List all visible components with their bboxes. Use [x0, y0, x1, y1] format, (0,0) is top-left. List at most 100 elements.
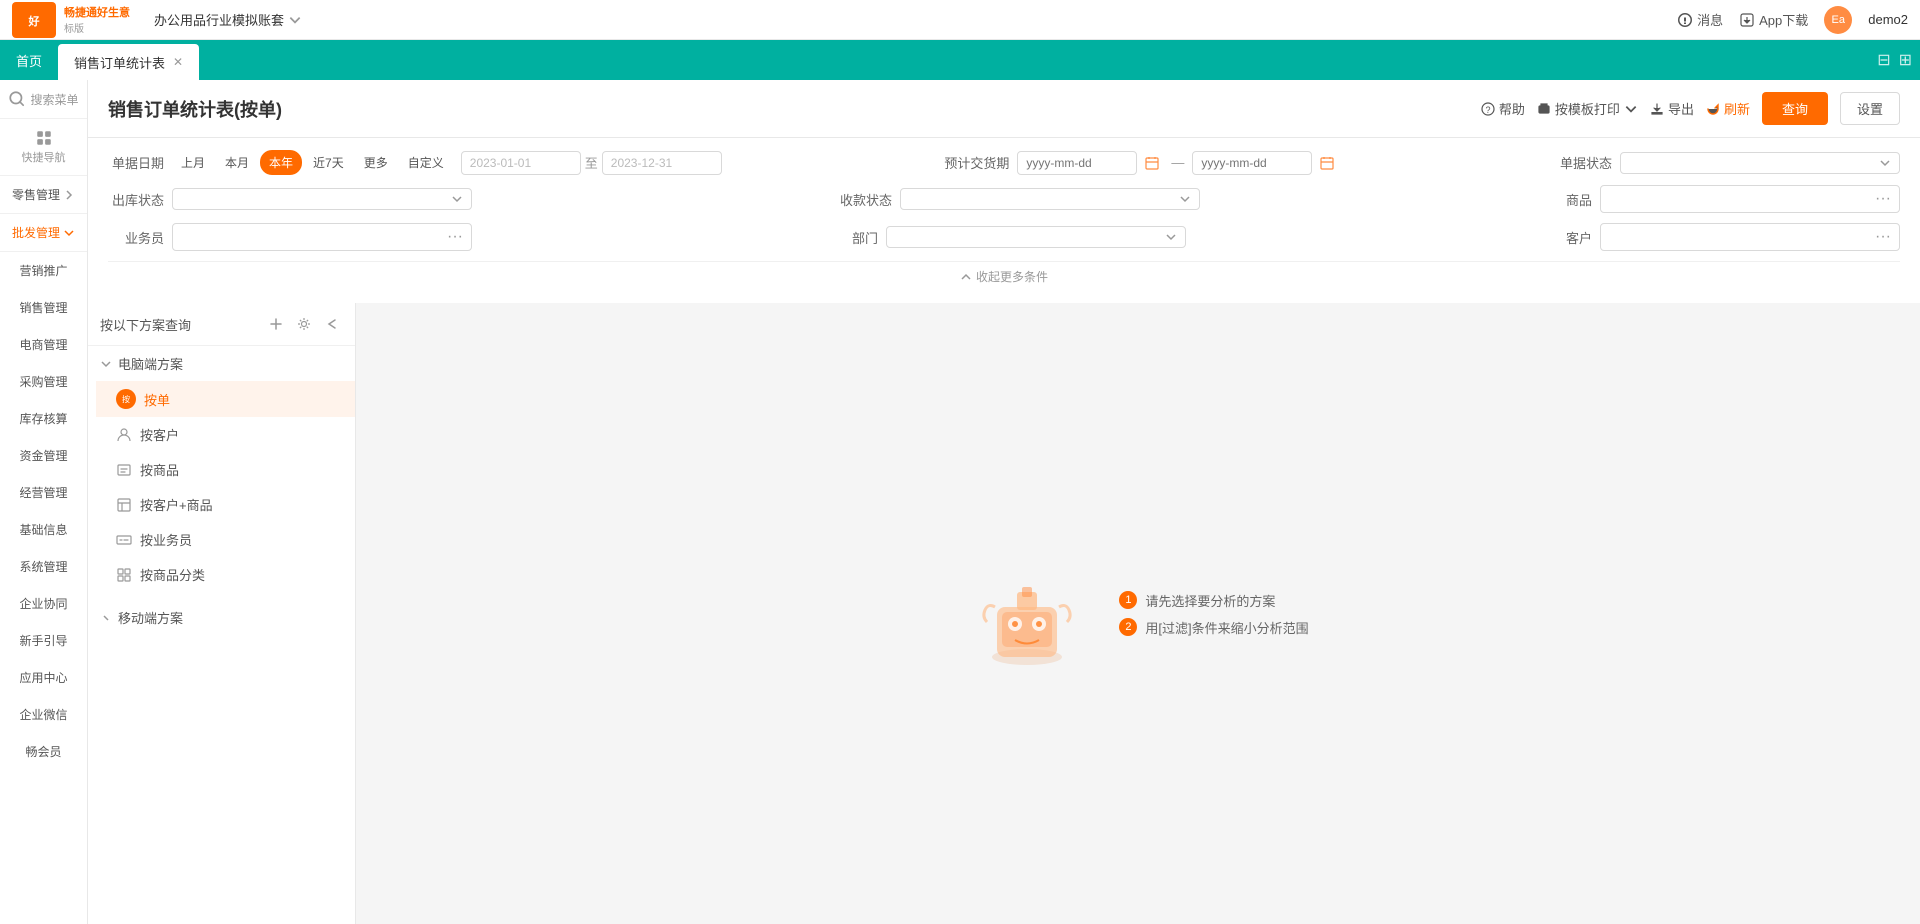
- svg-text:?: ?: [1485, 105, 1490, 115]
- pc-section-header[interactable]: 电脑端方案: [88, 346, 355, 381]
- sidebar-enterprise-label: 企业协同: [19, 595, 67, 612]
- sidebar-enterprise-wechat[interactable]: 企业微信: [0, 696, 87, 733]
- filter-row-3: 业务员 ··· 部门 客户 ···: [108, 223, 1900, 251]
- app-download-action[interactable]: App下载: [1739, 10, 1808, 29]
- tab-close-icon[interactable]: ✕: [173, 55, 183, 69]
- goods-dots[interactable]: ···: [1875, 190, 1891, 208]
- export-button[interactable]: 导出: [1650, 99, 1694, 118]
- expected-date-start[interactable]: [1017, 151, 1137, 175]
- svg-text:按: 按: [122, 394, 130, 404]
- top-bar-left: 好 畅捷通好生意 标版 办公用品行业模拟账套: [12, 2, 302, 38]
- tip-text-1: 请先选择要分析的方案: [1145, 591, 1275, 610]
- left-panel-layout: 按以下方案查询 电脑端方案: [88, 303, 1920, 924]
- mobile-section-header[interactable]: 移动端方案: [88, 600, 355, 635]
- tree-item-by-customer-goods[interactable]: 按客户+商品: [96, 487, 355, 522]
- user-avatar[interactable]: Ea: [1824, 6, 1852, 34]
- sidebar-purchase[interactable]: 采购管理: [0, 363, 87, 400]
- sidebar-member[interactable]: 畅会员: [0, 733, 87, 770]
- salesperson-dots[interactable]: ···: [447, 228, 463, 246]
- sidebar-wholesale[interactable]: 批发管理: [0, 214, 87, 251]
- tree-item-by-customer[interactable]: 按客户: [96, 417, 355, 452]
- template-print-button[interactable]: 按模板打印: [1537, 99, 1638, 118]
- customer-dots[interactable]: ···: [1875, 228, 1891, 246]
- salesperson-select[interactable]: ···: [172, 223, 472, 251]
- customer-select[interactable]: ···: [1600, 223, 1900, 251]
- date-btn-last-month[interactable]: 上月: [172, 150, 214, 175]
- by-customer-label: 按客户: [140, 425, 179, 444]
- sidebar-ecommerce[interactable]: 电商管理: [0, 326, 87, 363]
- tree-item-by-order[interactable]: 按 按单: [96, 381, 355, 417]
- pc-tree-group: 按 按单 按客户 按商品: [88, 381, 355, 592]
- collapse-filter[interactable]: 收起更多条件: [108, 261, 1900, 291]
- by-customer-goods-label: 按客户+商品: [140, 495, 213, 514]
- date-btn-this-month[interactable]: 本月: [216, 150, 258, 175]
- svg-text:好: 好: [28, 14, 40, 28]
- goods-select[interactable]: ···: [1600, 185, 1900, 213]
- tab-maximize-icon[interactable]: ⊞: [1899, 50, 1912, 70]
- by-order-label: 按单: [144, 390, 170, 409]
- by-category-label: 按商品分类: [140, 565, 205, 584]
- sidebar-ecommerce-label: 电商管理: [19, 336, 67, 353]
- date-btn-this-year[interactable]: 本年: [260, 150, 302, 175]
- department-select[interactable]: [886, 226, 1186, 248]
- workspace-label: 办公用品行业模拟账套: [154, 10, 284, 29]
- empty-tip-2: 2 用[过滤]条件来缩小分析范围: [1119, 618, 1308, 637]
- sidebar-search[interactable]: 搜索菜单: [0, 80, 87, 119]
- date-btn-7days[interactable]: 近7天: [304, 150, 353, 175]
- sidebar-basic[interactable]: 基础信息: [0, 511, 87, 548]
- sidebar-operation[interactable]: 经营管理: [0, 474, 87, 511]
- message-action[interactable]: 消息: [1677, 10, 1723, 29]
- date-range-end[interactable]: [602, 151, 722, 175]
- sidebar-system[interactable]: 系统管理: [0, 548, 87, 585]
- sidebar-quick-nav[interactable]: 快捷导航: [0, 119, 87, 176]
- left-panel-header: 按以下方案查询: [88, 303, 355, 346]
- sidebar-inventory[interactable]: 库存核算: [0, 400, 87, 437]
- delivery-select[interactable]: [172, 188, 472, 210]
- top-bar-right: 消息 App下载 Ea demo2: [1677, 6, 1908, 34]
- set-button[interactable]: 设置: [1840, 92, 1900, 125]
- empty-tips: 1 请先选择要分析的方案 2 用[过滤]条件来缩小分析范围: [1119, 591, 1308, 637]
- app-name: 畅捷通好生意: [64, 4, 130, 20]
- sidebar-app-center[interactable]: 应用中心: [0, 659, 87, 696]
- sidebar-sales[interactable]: 销售管理: [0, 289, 87, 326]
- query-button[interactable]: 查询: [1762, 92, 1828, 125]
- sidebar-marketing-label: 营销推广: [19, 262, 67, 279]
- date-label: 单据日期: [108, 153, 164, 172]
- refresh-button[interactable]: 刷新: [1706, 99, 1750, 118]
- payment-select[interactable]: [900, 188, 1200, 210]
- left-panel-settings[interactable]: [293, 313, 315, 335]
- tree-item-by-goods[interactable]: 按商品: [96, 452, 355, 487]
- sidebar-newbie[interactable]: 新手引导: [0, 622, 87, 659]
- tab-bar: 首页 销售订单统计表 ✕ ⊟ ⊞: [0, 40, 1920, 80]
- tab-sales-order-stats[interactable]: 销售订单统计表 ✕: [58, 44, 199, 80]
- date-quick-buttons: 上月 本月 本年 近7天 更多 自定义: [172, 150, 453, 175]
- date-btn-more[interactable]: 更多: [355, 150, 397, 175]
- order-status-select[interactable]: [1620, 152, 1900, 174]
- sidebar-enterprise[interactable]: 企业协同: [0, 585, 87, 622]
- sidebar-finance[interactable]: 资金管理: [0, 437, 87, 474]
- left-panel-add[interactable]: [265, 313, 287, 335]
- tree-item-by-salesperson[interactable]: 按业务员: [96, 522, 355, 557]
- goods-label: 商品: [1564, 190, 1592, 209]
- sidebar: 搜索菜单 快捷导航 零售管理 批发管理 营销推广 销售管理 电商管理: [0, 80, 88, 924]
- date-range-start[interactable]: [461, 151, 581, 175]
- left-panel-collapse[interactable]: [321, 313, 343, 335]
- empty-illustration: [967, 552, 1087, 675]
- tree-item-by-category[interactable]: 按商品分类: [96, 557, 355, 592]
- tab-minimize-icon[interactable]: ⊟: [1877, 50, 1890, 70]
- workspace-selector[interactable]: 办公用品行业模拟账套: [154, 10, 302, 29]
- expected-date-end[interactable]: [1192, 151, 1312, 175]
- export-label: 导出: [1668, 99, 1694, 118]
- sidebar-marketing[interactable]: 营销推广: [0, 252, 87, 289]
- app-download-label: App下载: [1759, 10, 1808, 29]
- tab-home[interactable]: 首页: [0, 40, 58, 80]
- sidebar-retail-group: 零售管理: [0, 176, 87, 214]
- sidebar-sales-label: 销售管理: [19, 299, 67, 316]
- sidebar-operation-label: 经营管理: [19, 484, 67, 501]
- help-button[interactable]: ? 帮助: [1481, 99, 1525, 118]
- refresh-label: 刷新: [1724, 99, 1750, 118]
- sidebar-retail[interactable]: 零售管理: [0, 176, 87, 213]
- date-btn-custom[interactable]: 自定义: [399, 150, 453, 175]
- empty-state: 1 请先选择要分析的方案 2 用[过滤]条件来缩小分析范围: [967, 552, 1308, 675]
- expected-date-dash: —: [1171, 155, 1184, 170]
